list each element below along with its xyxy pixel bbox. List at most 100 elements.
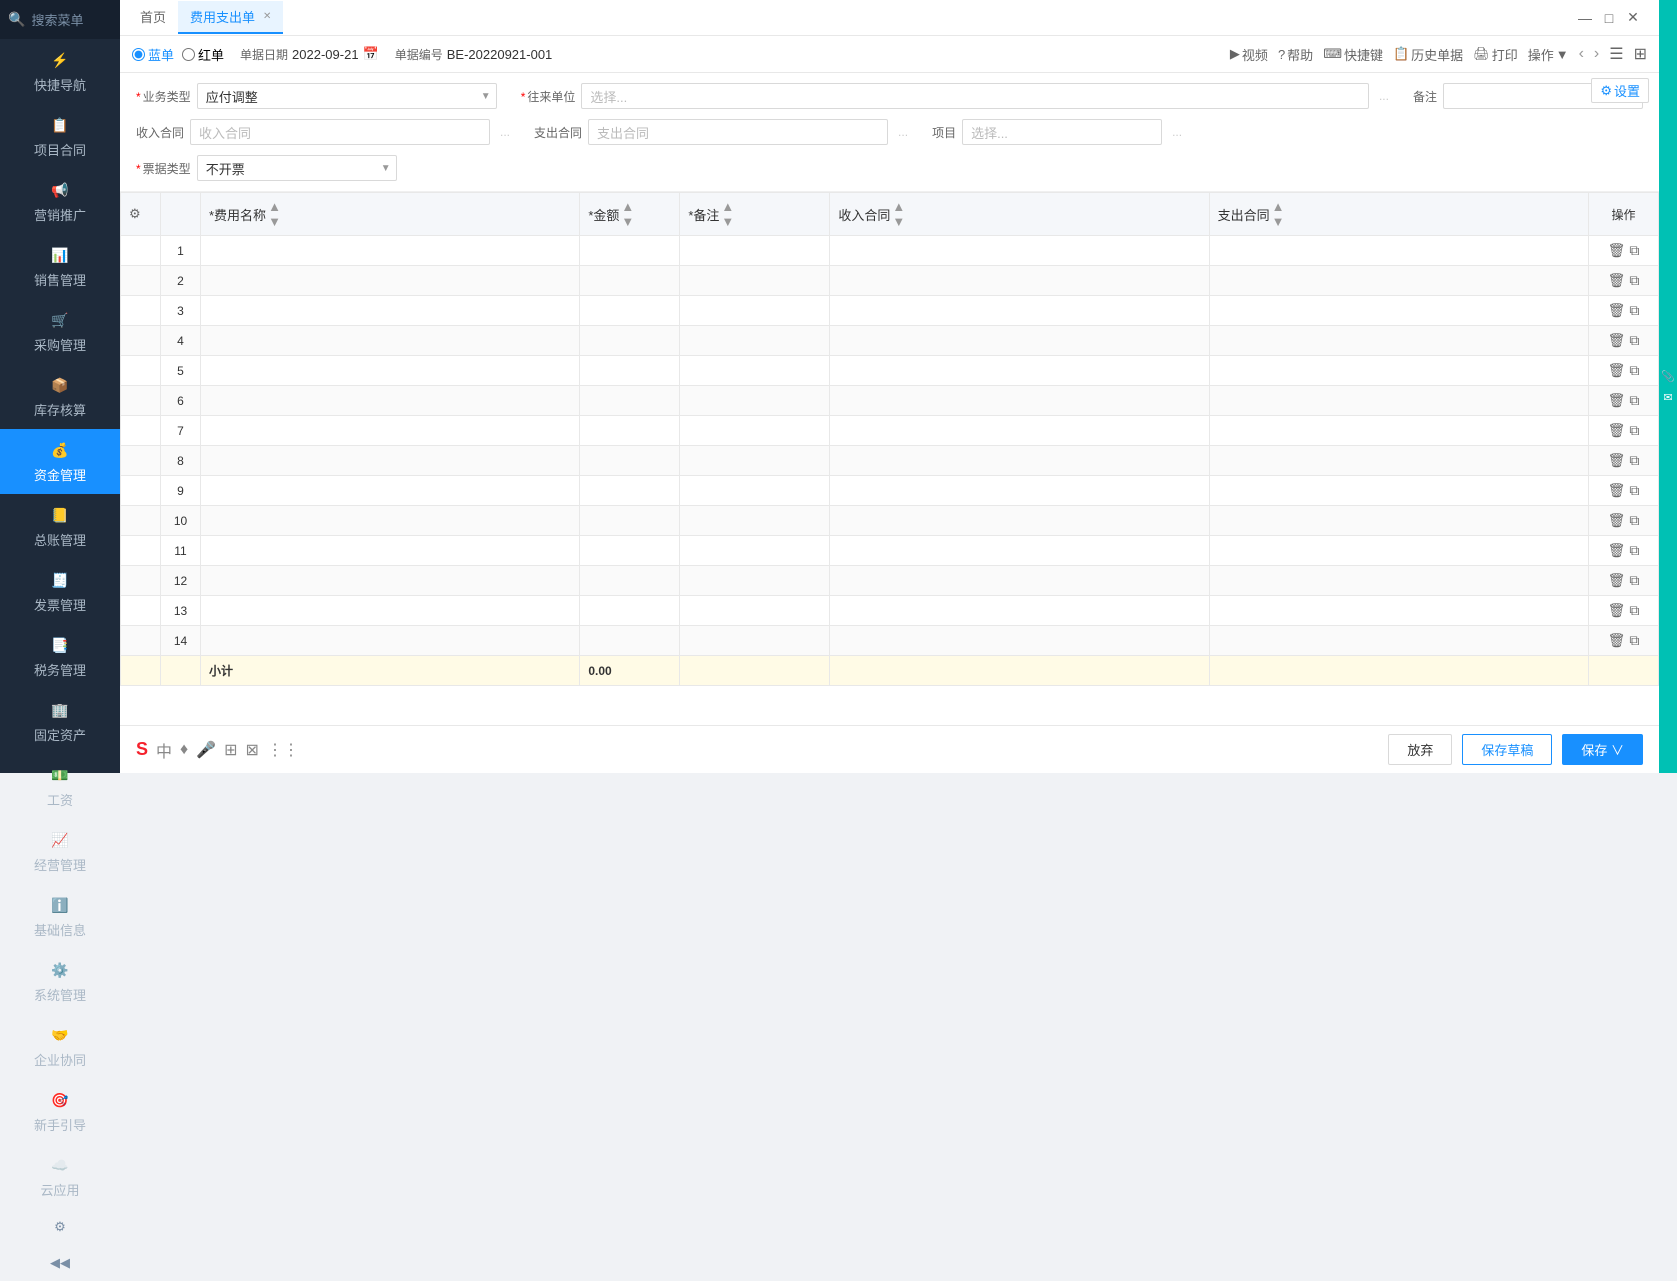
income-dots[interactable]: ... (500, 125, 510, 139)
cell-expense-name-7[interactable] (201, 416, 580, 446)
cell-income-contract-8[interactable] (830, 446, 1209, 476)
help-action[interactable]: ? 帮助 (1278, 45, 1313, 64)
cell-income-contract-3[interactable] (830, 296, 1209, 326)
project-input[interactable]: 选择... (962, 119, 1162, 145)
expense-contract-sort[interactable]: ▲▼ (1272, 199, 1285, 229)
cell-amount-7[interactable] (580, 416, 680, 446)
sidebar-item-cloud[interactable]: ☁️ 云应用 (0, 1144, 120, 1209)
sidebar-item-sales[interactable]: 📊 销售管理 (0, 234, 120, 299)
cell-income-contract-4[interactable] (830, 326, 1209, 356)
tab-close-expense[interactable]: ✕ (263, 11, 271, 22)
cell-expense-name-1[interactable] (201, 236, 580, 266)
row-copy-1[interactable]: ⧉ (1629, 242, 1639, 259)
sidebar-item-system[interactable]: ⚙️ 系统管理 (0, 949, 120, 1014)
sidebar-settings[interactable]: ⚙ (0, 1209, 120, 1245)
cell-notes-4[interactable] (680, 326, 830, 356)
cell-expense-contract-6[interactable] (1209, 386, 1588, 416)
window-maximize-button[interactable]: □ (1599, 8, 1619, 28)
sidebar-item-tax[interactable]: 📑 税务管理 (0, 624, 120, 689)
cell-amount-4[interactable] (580, 326, 680, 356)
row-copy-3[interactable]: ⧉ (1629, 302, 1639, 319)
cell-income-contract-13[interactable] (830, 596, 1209, 626)
notes-sort[interactable]: ▲▼ (721, 199, 734, 229)
row-copy-2[interactable]: ⧉ (1629, 272, 1639, 289)
cell-expense-contract-1[interactable] (1209, 236, 1588, 266)
sidebar-item-accounting[interactable]: 📒 总账管理 (0, 494, 120, 559)
cell-notes-14[interactable] (680, 626, 830, 656)
cell-amount-3[interactable] (580, 296, 680, 326)
cell-notes-11[interactable] (680, 536, 830, 566)
sidebar-item-guide[interactable]: 🎯 新手引导 (0, 1079, 120, 1144)
cell-expense-name-5[interactable] (201, 356, 580, 386)
cell-income-contract-10[interactable] (830, 506, 1209, 536)
cell-amount-9[interactable] (580, 476, 680, 506)
bottom-icon-microphone[interactable]: 🎤 (196, 740, 216, 760)
date-value[interactable]: 2022-09-21 (292, 47, 359, 62)
sidebar-item-marketing[interactable]: 📢 营销推广 (0, 169, 120, 234)
cell-income-contract-12[interactable] (830, 566, 1209, 596)
calendar-icon[interactable]: 📅 (363, 46, 379, 62)
cell-amount-14[interactable] (580, 626, 680, 656)
cell-expense-name-8[interactable] (201, 446, 580, 476)
tab-expense[interactable]: 费用支出单✕ (178, 1, 283, 34)
row-copy-6[interactable]: ⧉ (1629, 392, 1639, 409)
sidebar-item-funds[interactable]: 💰 资金管理 (0, 429, 120, 494)
sidebar-search[interactable]: 🔍 搜索菜单 (0, 0, 120, 39)
cell-expense-contract-12[interactable] (1209, 566, 1588, 596)
business-type-input[interactable]: 应付调整 (197, 83, 497, 109)
row-delete-3[interactable]: 🗑 (1608, 302, 1626, 319)
sidebar-item-operations[interactable]: 📈 经营管理 (0, 819, 120, 884)
cell-expense-name-2[interactable] (201, 266, 580, 296)
income-contract-sort[interactable]: ▲▼ (892, 199, 905, 229)
sidebar-item-enterprise[interactable]: 🤝 企业协同 (0, 1014, 120, 1079)
shortcut-action[interactable]: ⌨ 快捷键 (1323, 45, 1383, 64)
cell-notes-1[interactable] (680, 236, 830, 266)
row-copy-4[interactable]: ⧉ (1629, 332, 1639, 349)
partner-input[interactable]: 选择... (581, 83, 1369, 109)
cell-income-contract-14[interactable] (830, 626, 1209, 656)
cell-expense-contract-2[interactable] (1209, 266, 1588, 296)
cell-expense-contract-5[interactable] (1209, 356, 1588, 386)
income-contract-input[interactable]: 收入合同 (190, 119, 490, 145)
sidebar-item-invoice[interactable]: 🧾 发票管理 (0, 559, 120, 624)
bottom-icon-1[interactable]: 中 (156, 738, 172, 762)
sidebar-item-procurement[interactable]: 🛒 采购管理 (0, 299, 120, 364)
cell-expense-contract-13[interactable] (1209, 596, 1588, 626)
window-minimize-button[interactable]: — (1575, 8, 1595, 28)
cell-amount-5[interactable] (580, 356, 680, 386)
cell-notes-9[interactable] (680, 476, 830, 506)
row-delete-11[interactable]: 🗑 (1608, 542, 1626, 559)
invoice-type-input[interactable]: 不开票 (197, 155, 397, 181)
row-delete-13[interactable]: 🗑 (1608, 602, 1626, 619)
expense-name-sort[interactable]: ▲▼ (268, 199, 281, 229)
cell-income-contract-1[interactable] (830, 236, 1209, 266)
form-settings-button[interactable]: ⚙ 设置 (1591, 78, 1649, 103)
bottom-icon-4[interactable]: ⊞ (224, 740, 237, 760)
amount-sort[interactable]: ▲▼ (621, 199, 634, 229)
cell-expense-name-13[interactable] (201, 596, 580, 626)
blue-radio[interactable]: 蓝单 (132, 45, 174, 64)
cell-expense-name-14[interactable] (201, 626, 580, 656)
row-delete-1[interactable]: 🗑 (1608, 242, 1626, 259)
cell-expense-contract-14[interactable] (1209, 626, 1588, 656)
cell-income-contract-5[interactable] (830, 356, 1209, 386)
cell-expense-name-6[interactable] (201, 386, 580, 416)
save-button[interactable]: 保存 ∨ (1562, 734, 1643, 765)
row-copy-10[interactable]: ⧉ (1629, 512, 1639, 529)
video-action[interactable]: ▶ 视频 (1230, 45, 1268, 64)
view-list-button[interactable]: ☰ (1609, 44, 1623, 64)
cell-expense-contract-10[interactable] (1209, 506, 1588, 536)
row-copy-11[interactable]: ⧉ (1629, 542, 1639, 559)
red-radio[interactable]: 红单 (182, 45, 224, 64)
cell-income-contract-6[interactable] (830, 386, 1209, 416)
discard-button[interactable]: 放弃 (1388, 734, 1452, 765)
cell-expense-contract-3[interactable] (1209, 296, 1588, 326)
row-delete-2[interactable]: 🗑 (1608, 272, 1626, 289)
bottom-icon-5[interactable]: ⊠ (246, 740, 259, 760)
sidebar-item-quick-nav[interactable]: ⚡ 快捷导航 (0, 39, 120, 104)
sidebar-item-basic-info[interactable]: ℹ️ 基础信息 (0, 884, 120, 949)
operation-action[interactable]: 操作 ▼ (1528, 45, 1569, 64)
cell-amount-10[interactable] (580, 506, 680, 536)
row-delete-5[interactable]: 🗑 (1608, 362, 1626, 379)
cell-notes-7[interactable] (680, 416, 830, 446)
